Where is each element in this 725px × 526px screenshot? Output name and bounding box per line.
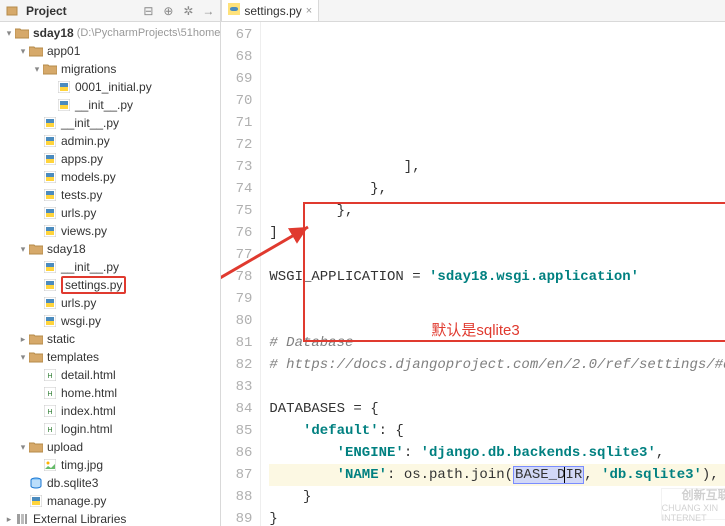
tree-item-external-libraries[interactable]: ▸External Libraries	[0, 510, 220, 526]
editor-tab-filename: settings.py	[244, 4, 301, 18]
editor-area: settings.py × 67686970717273747576777879…	[221, 0, 725, 526]
code-content[interactable]: 默认是sqlite3 ], }, },] WSGI_APPLICATION = …	[261, 22, 725, 526]
tree-item-sday18[interactable]: ▾sday18	[0, 240, 220, 258]
tree-item-urls-py[interactable]: urls.py	[0, 204, 220, 222]
svg-text:H: H	[47, 427, 52, 434]
code-line-72[interactable]: WSGI_APPLICATION = 'sday18.wsgi.applicat…	[269, 266, 725, 288]
code-line-76[interactable]: # https://docs.djangoproject.com/en/2.0/…	[269, 354, 725, 376]
code-line-68[interactable]: },	[269, 178, 725, 200]
tree-item-views-py[interactable]: views.py	[0, 222, 220, 240]
tree-root[interactable]: ▾sday18(D:\PycharmProjects\51home	[0, 24, 220, 42]
tree-item-urls-py[interactable]: urls.py	[0, 294, 220, 312]
tree-item-apps-py[interactable]: apps.py	[0, 150, 220, 168]
tree-item-static[interactable]: ▸static	[0, 330, 220, 348]
code-line-83[interactable]: }	[269, 508, 725, 526]
code-line-71[interactable]	[269, 244, 725, 266]
gear-icon[interactable]: ✲	[180, 3, 196, 19]
tree-item-0001-initial-py[interactable]: 0001_initial.py	[0, 78, 220, 96]
python-file-icon	[228, 3, 240, 18]
tree-item-home-html[interactable]: Hhome.html	[0, 384, 220, 402]
project-panel-title: Project	[24, 4, 67, 18]
tab-close-icon[interactable]: ×	[306, 5, 312, 17]
tree-item--init-py[interactable]: __init__.py	[0, 96, 220, 114]
code-line-70[interactable]: ]	[269, 222, 725, 244]
code-line-77[interactable]	[269, 376, 725, 398]
code-line-75[interactable]: # Database	[269, 332, 725, 354]
tree-item-tests-py[interactable]: tests.py	[0, 186, 220, 204]
tree-item-app01[interactable]: ▾app01	[0, 42, 220, 60]
tree-item-db-sqlite3[interactable]: db.sqlite3	[0, 474, 220, 492]
svg-text:H: H	[47, 391, 52, 398]
editor-tab-bar: settings.py ×	[221, 0, 725, 22]
tree-item-timg-jpg[interactable]: timg.jpg	[0, 456, 220, 474]
code-line-79[interactable]: 'default': {	[269, 420, 725, 442]
target-icon[interactable]: ⊕	[160, 3, 176, 19]
tree-item-detail-html[interactable]: Hdetail.html	[0, 366, 220, 384]
project-tool-window: Project ⊟ ⊕ ✲ → ▾sday18(D:\PycharmProjec…	[0, 0, 221, 526]
tree-item--init-py[interactable]: __init__.py	[0, 258, 220, 276]
tree-item-templates[interactable]: ▾templates	[0, 348, 220, 366]
code-line-78[interactable]: DATABASES = {	[269, 398, 725, 420]
code-line-67[interactable]: ],	[269, 156, 725, 178]
project-icon	[4, 3, 20, 19]
tree-item-settings-py[interactable]: settings.py	[0, 276, 220, 294]
tree-item-manage-py[interactable]: manage.py	[0, 492, 220, 510]
hide-icon[interactable]: →	[200, 3, 216, 19]
code-line-74[interactable]	[269, 310, 725, 332]
project-panel-header: Project ⊟ ⊕ ✲ →	[0, 0, 220, 22]
code-editor[interactable]: 6768697071727374757677787980818283848586…	[221, 22, 725, 526]
code-line-80[interactable]: 'ENGINE': 'django.db.backends.sqlite3',	[269, 442, 725, 464]
tree-item-upload[interactable]: ▾upload	[0, 438, 220, 456]
code-line-82[interactable]: }	[269, 486, 725, 508]
tree-item-wsgi-py[interactable]: wsgi.py	[0, 312, 220, 330]
line-number-gutter: 6768697071727374757677787980818283848586…	[221, 22, 261, 526]
tree-item--init-py[interactable]: __init__.py	[0, 114, 220, 132]
project-tree[interactable]: ▾sday18(D:\PycharmProjects\51home▾app01▾…	[0, 22, 220, 526]
code-line-69[interactable]: },	[269, 200, 725, 222]
code-line-81[interactable]: 'NAME': os.path.join(BASE_DIR, 'db.sqlit…	[269, 464, 725, 486]
svg-text:H: H	[47, 373, 52, 380]
tree-item-admin-py[interactable]: admin.py	[0, 132, 220, 150]
tree-item-models-py[interactable]: models.py	[0, 168, 220, 186]
svg-text:H: H	[47, 409, 52, 416]
editor-tab-settings[interactable]: settings.py ×	[221, 0, 319, 21]
code-line-73[interactable]	[269, 288, 725, 310]
tree-item-index-html[interactable]: Hindex.html	[0, 402, 220, 420]
tree-item-login-html[interactable]: Hlogin.html	[0, 420, 220, 438]
collapse-icon[interactable]: ⊟	[140, 3, 156, 19]
tree-item-migrations[interactable]: ▾migrations	[0, 60, 220, 78]
